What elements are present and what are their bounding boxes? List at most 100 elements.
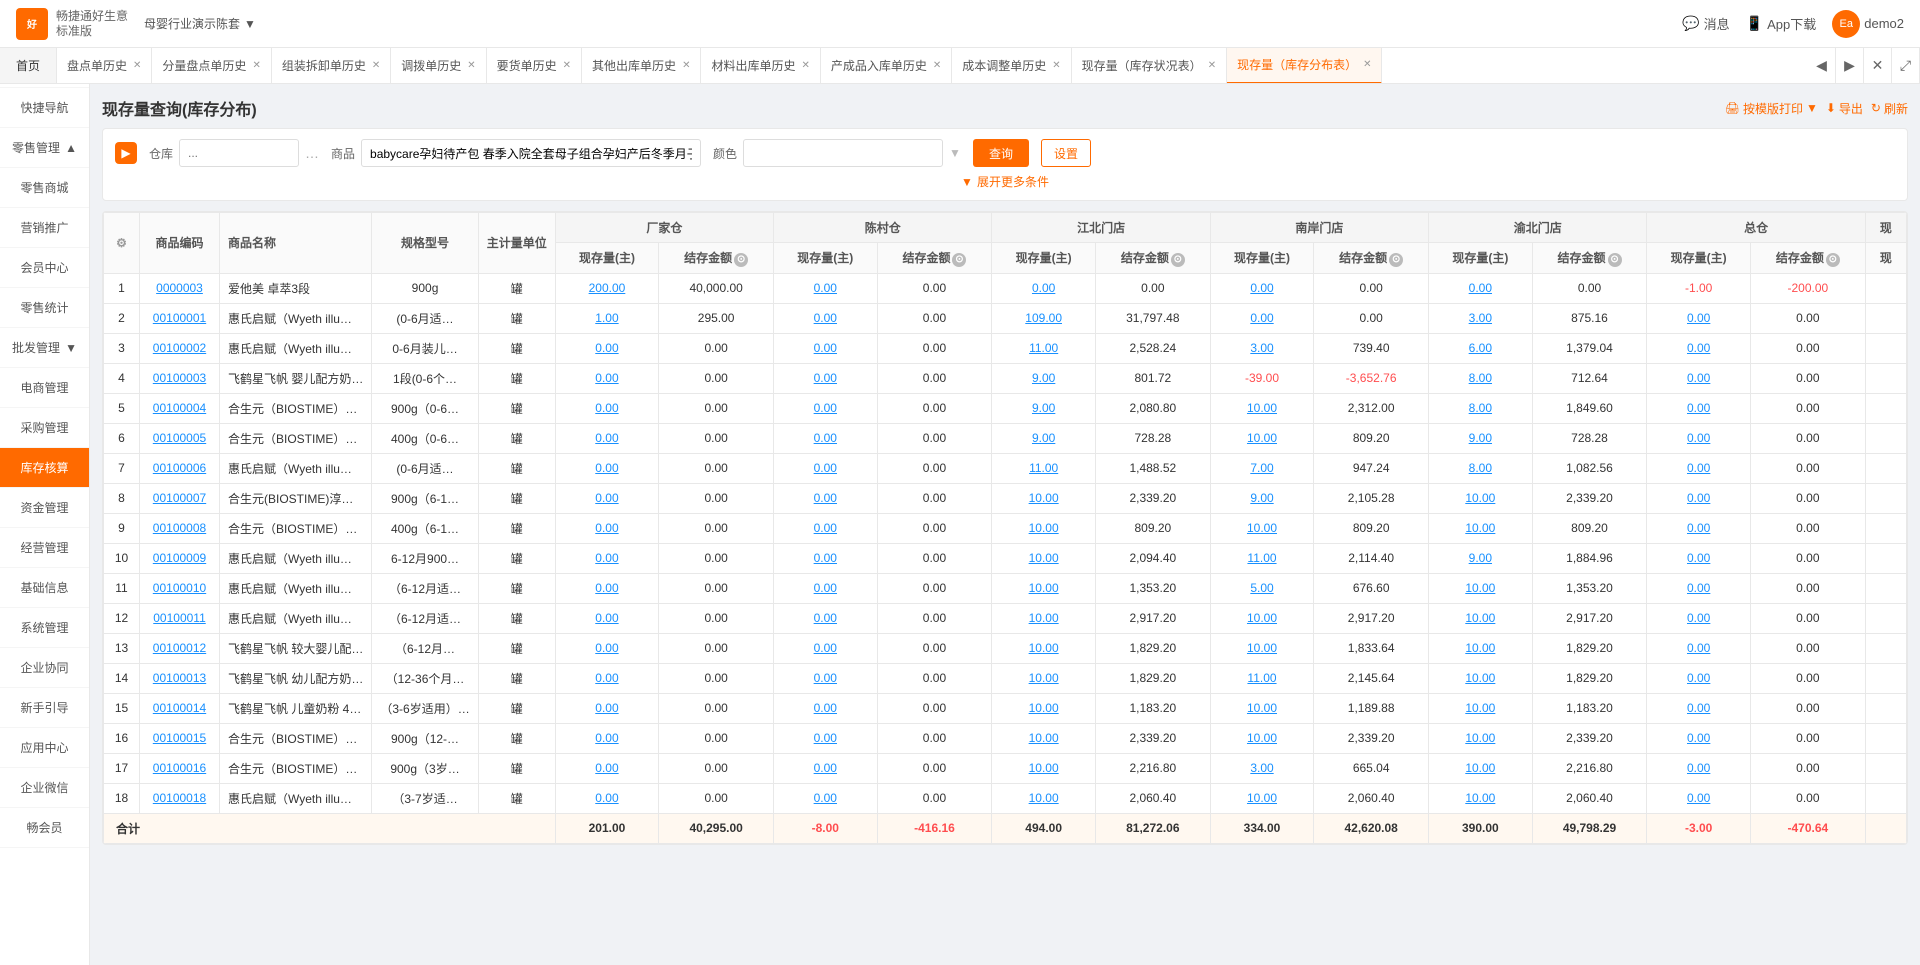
cell-total-qty[interactable]: 0.00 [1647, 393, 1750, 423]
cell-na-qty[interactable]: 7.00 [1210, 453, 1313, 483]
cell-jb-qty[interactable]: 10.00 [992, 783, 1095, 813]
tab-prev-btn[interactable]: ◀ [1808, 48, 1836, 84]
sidebar-item-member2[interactable]: 畅会员 [0, 808, 89, 848]
cell-yb-qty[interactable]: 0.00 [1429, 273, 1532, 303]
user-area[interactable]: Ea demo2 [1832, 10, 1904, 38]
cell-jb-qty[interactable]: 9.00 [992, 363, 1095, 393]
sidebar-item-member[interactable]: 会员中心 [0, 248, 89, 288]
sidebar-item-guide[interactable]: 新手引导 [0, 688, 89, 728]
sidebar-item-collab[interactable]: 企业协同 [0, 648, 89, 688]
tab-close-8[interactable]: ✕ [933, 60, 941, 71]
cell-factory-qty[interactable]: 0.00 [555, 513, 658, 543]
cell-code[interactable]: 00100018 [140, 783, 220, 813]
cell-code[interactable]: 00100011 [140, 603, 220, 633]
sidebar-item-marketing[interactable]: 营销推广 [0, 208, 89, 248]
cell-code[interactable]: 00100007 [140, 483, 220, 513]
cell-na-qty[interactable]: 10.00 [1210, 693, 1313, 723]
sidebar-item-basic-info[interactable]: 基础信息 [0, 568, 89, 608]
cell-chen-qty[interactable]: 0.00 [774, 303, 877, 333]
expand-more-btn[interactable]: ▼ 展开更多条件 [115, 173, 1895, 190]
info-icon-2[interactable]: ⊙ [952, 253, 966, 267]
tab-close-7[interactable]: ✕ [801, 60, 809, 71]
tab-next-btn[interactable]: ▶ [1836, 48, 1864, 84]
cell-total-qty[interactable]: 0.00 [1647, 573, 1750, 603]
cell-total-qty[interactable]: 0.00 [1647, 363, 1750, 393]
sidebar-item-wholesale[interactable]: 批发管理▼ [0, 328, 89, 368]
cell-chen-qty[interactable]: 0.00 [774, 393, 877, 423]
cell-factory-qty[interactable]: 1.00 [555, 303, 658, 333]
cell-chen-qty[interactable]: 0.00 [774, 663, 877, 693]
cell-na-qty[interactable]: 9.00 [1210, 483, 1313, 513]
cell-factory-qty[interactable]: 0.00 [555, 723, 658, 753]
cell-total-qty[interactable]: 0.00 [1647, 663, 1750, 693]
cell-total-qty[interactable]: 0.00 [1647, 453, 1750, 483]
tab-8[interactable]: 产成品入库单历史 ✕ [821, 48, 952, 84]
cell-jb-qty[interactable]: 10.00 [992, 543, 1095, 573]
sidebar-item-retail-stats[interactable]: 零售统计 [0, 288, 89, 328]
cell-code[interactable]: 00100015 [140, 723, 220, 753]
cell-code[interactable]: 00100013 [140, 663, 220, 693]
cell-yb-qty[interactable]: 10.00 [1429, 603, 1532, 633]
cell-code[interactable]: 00100001 [140, 303, 220, 333]
cell-code[interactable]: 00100009 [140, 543, 220, 573]
cell-chen-qty[interactable]: 0.00 [774, 783, 877, 813]
export-btn[interactable]: ⬇ 导出 [1826, 100, 1863, 117]
cell-na-qty[interactable]: -39.00 [1210, 363, 1313, 393]
cell-yb-qty[interactable]: 10.00 [1429, 753, 1532, 783]
cell-na-qty[interactable]: 11.00 [1210, 543, 1313, 573]
sidebar-item-nav[interactable]: 快捷导航 [0, 88, 89, 128]
cell-chen-qty[interactable]: 0.00 [774, 453, 877, 483]
cell-jb-qty[interactable]: 10.00 [992, 483, 1095, 513]
cell-chen-qty[interactable]: 0.00 [774, 333, 877, 363]
cell-total-qty[interactable]: 0.00 [1647, 783, 1750, 813]
cell-factory-qty[interactable]: 0.00 [555, 333, 658, 363]
tab-3[interactable]: 组装拆卸单历史 ✕ [272, 48, 391, 84]
warehouse-input[interactable] [179, 139, 299, 167]
cell-total-qty[interactable]: 0.00 [1647, 603, 1750, 633]
cell-chen-qty[interactable]: 0.00 [774, 753, 877, 783]
cell-yb-qty[interactable]: 8.00 [1429, 393, 1532, 423]
cell-jb-qty[interactable]: 10.00 [992, 723, 1095, 753]
cell-total-qty[interactable]: 0.00 [1647, 333, 1750, 363]
cell-na-qty[interactable]: 5.00 [1210, 573, 1313, 603]
cell-na-qty[interactable]: 11.00 [1210, 663, 1313, 693]
cell-na-qty[interactable]: 10.00 [1210, 783, 1313, 813]
cell-chen-qty[interactable]: 0.00 [774, 483, 877, 513]
cell-chen-qty[interactable]: 0.00 [774, 633, 877, 663]
cell-yb-qty[interactable]: 10.00 [1429, 693, 1532, 723]
cell-yb-qty[interactable]: 10.00 [1429, 783, 1532, 813]
tab-close-all-btn[interactable]: ✕ [1864, 48, 1892, 84]
cell-code[interactable]: 00100012 [140, 633, 220, 663]
cell-na-qty[interactable]: 10.00 [1210, 423, 1313, 453]
cell-yb-qty[interactable]: 9.00 [1429, 543, 1532, 573]
sidebar-item-ecommerce[interactable]: 电商管理 [0, 368, 89, 408]
sidebar-item-inventory[interactable]: 库存核算 [0, 448, 89, 488]
sidebar-item-wechat[interactable]: 企业微信 [0, 768, 89, 808]
tab-close-10[interactable]: ✕ [1208, 60, 1216, 71]
cell-chen-qty[interactable]: 0.00 [774, 603, 877, 633]
cell-factory-qty[interactable]: 0.00 [555, 393, 658, 423]
cell-total-qty[interactable]: -1.00 [1647, 273, 1750, 303]
tab-1[interactable]: 盘点单历史 ✕ [57, 48, 152, 84]
cell-factory-qty[interactable]: 0.00 [555, 783, 658, 813]
tab-7[interactable]: 材料出库单历史 ✕ [701, 48, 820, 84]
sidebar-item-retail-mall[interactable]: 零售商城 [0, 168, 89, 208]
cell-jb-qty[interactable]: 10.00 [992, 513, 1095, 543]
cell-na-qty[interactable]: 10.00 [1210, 723, 1313, 753]
sidebar-item-system[interactable]: 系统管理 [0, 608, 89, 648]
tab-9[interactable]: 成本调整单历史 ✕ [952, 48, 1071, 84]
cell-yb-qty[interactable]: 10.00 [1429, 513, 1532, 543]
cell-jb-qty[interactable]: 11.00 [992, 453, 1095, 483]
tab-4[interactable]: 调拨单历史 ✕ [391, 48, 486, 84]
message-btn[interactable]: 💬 消息 [1682, 14, 1729, 33]
cell-code[interactable]: 00100014 [140, 693, 220, 723]
tab-close-4[interactable]: ✕ [467, 60, 475, 71]
info-icon-3[interactable]: ⊙ [1171, 253, 1185, 267]
info-icon-5[interactable]: ⊙ [1608, 253, 1622, 267]
tab-close-9[interactable]: ✕ [1052, 60, 1060, 71]
cell-factory-qty[interactable]: 0.00 [555, 573, 658, 603]
cell-factory-qty[interactable]: 0.00 [555, 363, 658, 393]
sidebar-item-purchase[interactable]: 采购管理 [0, 408, 89, 448]
cell-na-qty[interactable]: 0.00 [1210, 273, 1313, 303]
cell-chen-qty[interactable]: 0.00 [774, 363, 877, 393]
